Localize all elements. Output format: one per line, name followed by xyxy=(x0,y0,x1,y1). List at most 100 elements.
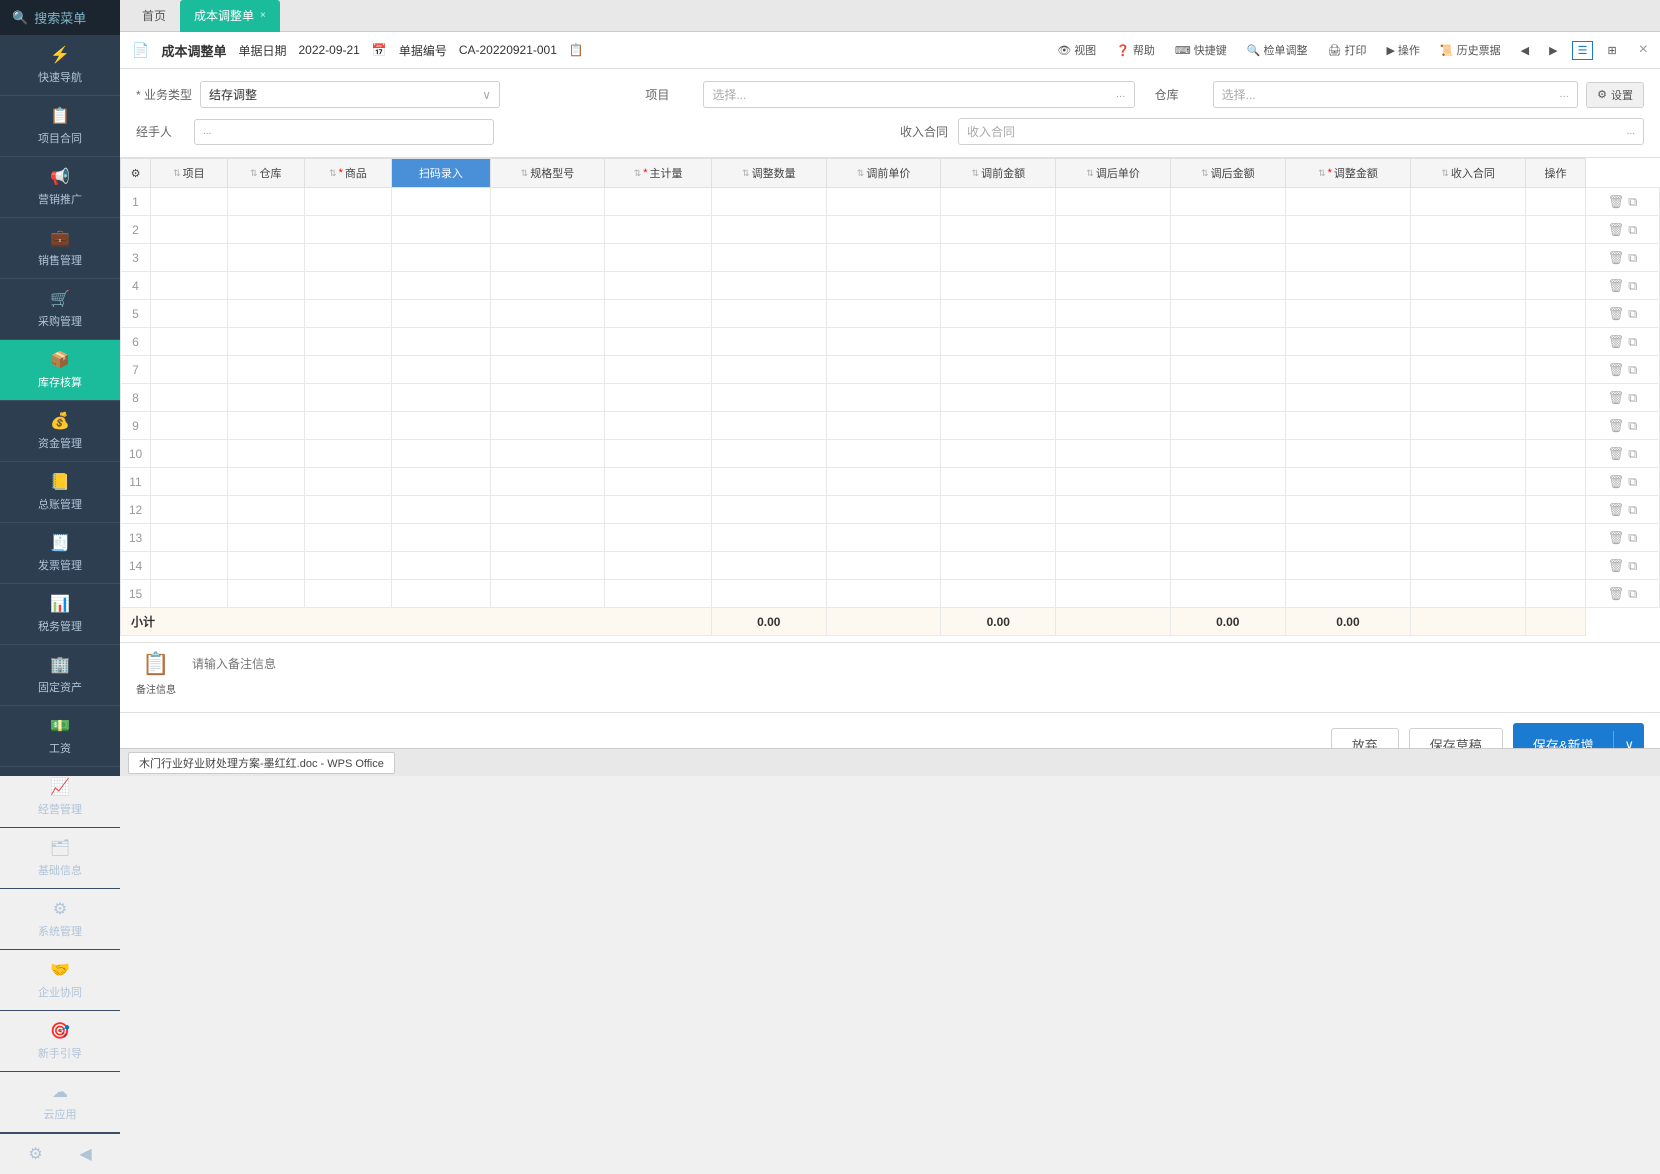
sidebar-item-fund-mgmt[interactable]: 💰 资金管理 xyxy=(0,401,120,462)
cell-5-7[interactable] xyxy=(826,300,941,328)
cell-10-11[interactable] xyxy=(1285,440,1411,468)
cell-9-0[interactable] xyxy=(151,412,228,440)
sidebar-item-sys-mgmt[interactable]: ⚙ 系统管理 xyxy=(0,889,120,950)
cell-6-6[interactable] xyxy=(711,328,826,356)
copy-row-icon-11[interactable]: ⧉ xyxy=(1628,474,1637,490)
cell-12-1[interactable] xyxy=(227,496,304,524)
cell-10-7[interactable] xyxy=(826,440,941,468)
notes-input[interactable] xyxy=(188,651,1644,704)
cell-2-7[interactable] xyxy=(826,216,941,244)
copy-row-icon-15[interactable]: ⧉ xyxy=(1628,586,1637,602)
cell-1-5[interactable] xyxy=(605,188,712,216)
cell-14-9[interactable] xyxy=(1056,552,1171,580)
cell-7-8[interactable] xyxy=(941,356,1056,384)
cell-7-6[interactable] xyxy=(711,356,826,384)
cell-11-12[interactable] xyxy=(1411,468,1526,496)
cell-9-7[interactable] xyxy=(826,412,941,440)
cell-9-6[interactable] xyxy=(711,412,826,440)
cell-2-2[interactable] xyxy=(304,216,392,244)
cell-10-6[interactable] xyxy=(711,440,826,468)
cell-1-7[interactable] xyxy=(826,188,941,216)
cell-4-11[interactable] xyxy=(1285,272,1411,300)
cell-15-8[interactable] xyxy=(941,580,1056,608)
cell-15-10[interactable] xyxy=(1170,580,1285,608)
cell-13-0[interactable] xyxy=(151,524,228,552)
cell-15-13[interactable] xyxy=(1526,580,1586,608)
delete-icon-10[interactable]: 🗑 xyxy=(1608,446,1625,462)
sidebar-item-ledger-mgmt[interactable]: 📒 总账管理 xyxy=(0,462,120,523)
cell-14-7[interactable] xyxy=(826,552,941,580)
cell-15-6[interactable] xyxy=(711,580,826,608)
cell-1-13[interactable] xyxy=(1526,188,1586,216)
copy-row-icon-10[interactable]: ⧉ xyxy=(1628,446,1637,462)
cell-3-7[interactable] xyxy=(826,244,941,272)
th-scan[interactable]: 扫码录入 xyxy=(392,159,490,188)
cell-2-11[interactable] xyxy=(1285,216,1411,244)
warehouse-input[interactable]: 选择... … xyxy=(1213,81,1578,108)
copy-row-icon-2[interactable]: ⧉ xyxy=(1628,222,1637,238)
cell-13-13[interactable] xyxy=(1526,524,1586,552)
cell-14-11[interactable] xyxy=(1285,552,1411,580)
cell-4-9[interactable] xyxy=(1056,272,1171,300)
cell-4-12[interactable] xyxy=(1411,272,1526,300)
cell-9-11[interactable] xyxy=(1285,412,1411,440)
cell-5-11[interactable] xyxy=(1285,300,1411,328)
cell-14-12[interactable] xyxy=(1411,552,1526,580)
copy-row-icon-14[interactable]: ⧉ xyxy=(1628,558,1637,574)
cell-14-13[interactable] xyxy=(1526,552,1586,580)
cell-3-9[interactable] xyxy=(1056,244,1171,272)
delete-icon-14[interactable]: 🗑 xyxy=(1608,558,1625,574)
cell-8-11[interactable] xyxy=(1285,384,1411,412)
sidebar-item-ops-mgmt[interactable]: 📈 经营管理 xyxy=(0,767,120,828)
cell-2-4[interactable] xyxy=(490,216,605,244)
cell-10-0[interactable] xyxy=(151,440,228,468)
cell-8-3[interactable] xyxy=(392,384,490,412)
cell-1-8[interactable] xyxy=(941,188,1056,216)
cell-14-5[interactable] xyxy=(605,552,712,580)
cell-10-13[interactable] xyxy=(1526,440,1586,468)
cell-2-13[interactable] xyxy=(1526,216,1586,244)
sidebar-item-project-contract[interactable]: 📋 项目合同 xyxy=(0,96,120,157)
cell-5-2[interactable] xyxy=(304,300,392,328)
cell-8-5[interactable] xyxy=(605,384,712,412)
cell-2-9[interactable] xyxy=(1056,216,1171,244)
cell-1-0[interactable] xyxy=(151,188,228,216)
calendar-icon[interactable]: 📅 xyxy=(372,43,387,57)
cell-3-5[interactable] xyxy=(605,244,712,272)
cell-12-12[interactable] xyxy=(1411,496,1526,524)
cell-2-12[interactable] xyxy=(1411,216,1526,244)
cell-11-6[interactable] xyxy=(711,468,826,496)
sidebar-item-cloud-app[interactable]: ☁ 云应用 xyxy=(0,1072,120,1133)
copy-row-icon-3[interactable]: ⧉ xyxy=(1628,250,1637,266)
delete-icon-7[interactable]: 🗑 xyxy=(1608,362,1625,378)
sidebar-item-new-guide[interactable]: 🎯 新手引导 xyxy=(0,1011,120,1072)
cell-1-11[interactable] xyxy=(1285,188,1411,216)
copy-row-icon-8[interactable]: ⧉ xyxy=(1628,390,1637,406)
cell-3-10[interactable] xyxy=(1170,244,1285,272)
delete-icon-11[interactable]: 🗑 xyxy=(1608,474,1625,490)
cell-9-3[interactable] xyxy=(392,412,490,440)
sidebar-item-sales-promo[interactable]: 📢 营销推广 xyxy=(0,157,120,218)
cell-4-3[interactable] xyxy=(392,272,490,300)
cell-15-7[interactable] xyxy=(826,580,941,608)
cell-3-8[interactable] xyxy=(941,244,1056,272)
copy-row-icon-12[interactable]: ⧉ xyxy=(1628,502,1637,518)
cell-13-7[interactable] xyxy=(826,524,941,552)
copy-row-icon-6[interactable]: ⧉ xyxy=(1628,334,1637,350)
cell-8-9[interactable] xyxy=(1056,384,1171,412)
cell-13-12[interactable] xyxy=(1411,524,1526,552)
cell-2-6[interactable] xyxy=(711,216,826,244)
delete-icon-2[interactable]: 🗑 xyxy=(1608,222,1625,238)
cell-6-5[interactable] xyxy=(605,328,712,356)
tab-home[interactable]: 首页 xyxy=(128,0,180,32)
cell-15-3[interactable] xyxy=(392,580,490,608)
cell-11-3[interactable] xyxy=(392,468,490,496)
cell-6-2[interactable] xyxy=(304,328,392,356)
cell-12-0[interactable] xyxy=(151,496,228,524)
cell-4-0[interactable] xyxy=(151,272,228,300)
cell-9-2[interactable] xyxy=(304,412,392,440)
cell-9-5[interactable] xyxy=(605,412,712,440)
cell-8-1[interactable] xyxy=(227,384,304,412)
cell-11-11[interactable] xyxy=(1285,468,1411,496)
cell-14-2[interactable] xyxy=(304,552,392,580)
